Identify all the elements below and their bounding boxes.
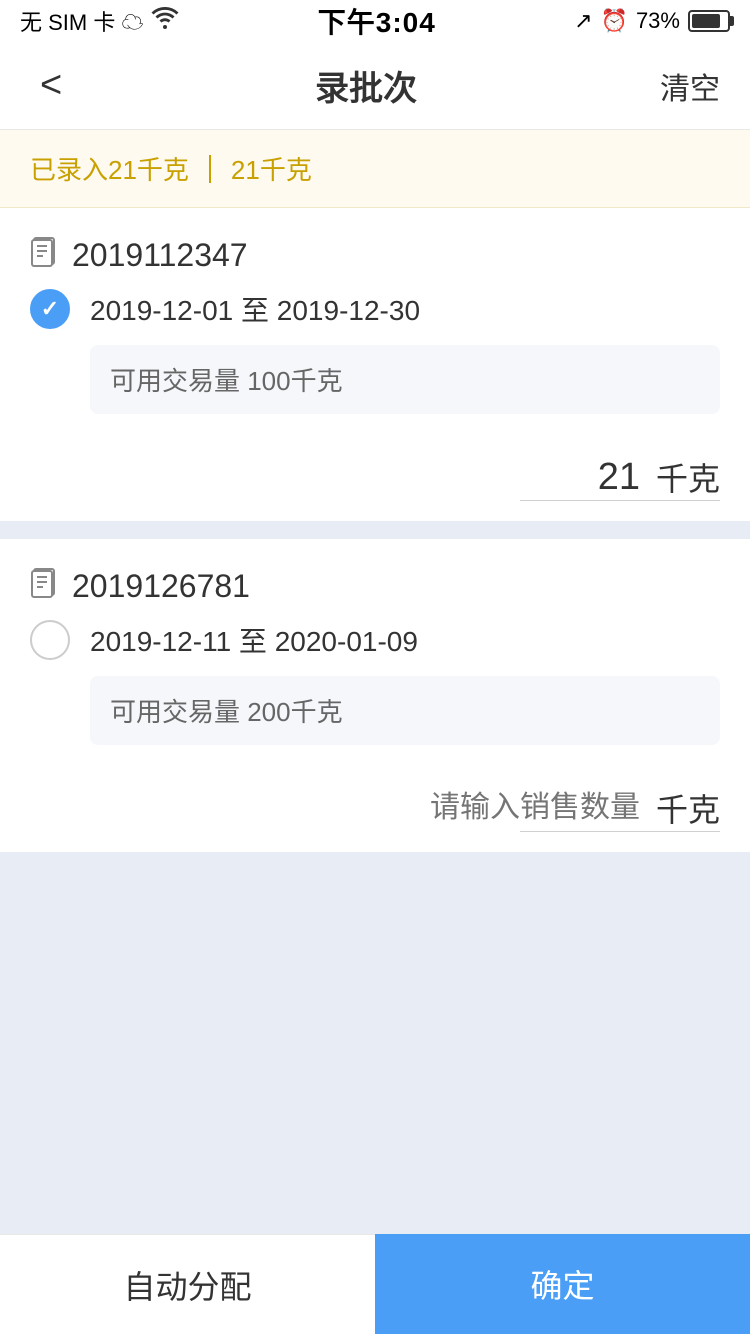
total-amount: 21千克: [231, 150, 312, 187]
batch1-unit: 千克: [656, 454, 720, 500]
page-title: 录批次: [315, 61, 417, 110]
batch2-card: 2019126781 2019-12-11 至 2020-01-09 可用交易量…: [0, 539, 750, 852]
batch1-avail: 可用交易量 100千克: [90, 345, 720, 414]
status-right: ↗ ⏰ 73%: [574, 8, 730, 34]
status-bar: 无 SIM 卡 ☁ 下午3:04 ↗ ⏰ 73%: [0, 0, 750, 42]
batch2-date-row[interactable]: 2019-12-11 至 2020-01-09: [30, 620, 720, 660]
nav-bar: < 录批次 清空: [0, 42, 750, 130]
batch1-date-row[interactable]: 2019-12-01 至 2019-12-30: [30, 289, 720, 329]
no-sim-text: 无 SIM 卡 ☁: [20, 5, 143, 37]
alarm-icon: ⏰: [601, 8, 628, 34]
info-divider: [209, 155, 211, 183]
batch2-underline-container: [0, 831, 750, 852]
batch2-id-row: 2019126781: [30, 567, 720, 606]
batch1-amount-row: 千克: [0, 434, 750, 500]
back-button[interactable]: <: [30, 54, 72, 117]
info-banner: 已录入21千克 21千克: [0, 130, 750, 208]
battery-icon: [688, 10, 730, 32]
status-time: 下午3:04: [318, 1, 436, 41]
auto-distribute-button[interactable]: 自动分配: [0, 1234, 375, 1334]
batch2-id: 2019126781: [72, 568, 250, 605]
status-left: 无 SIM 卡 ☁: [20, 5, 179, 37]
batch1-card: 2019112347 2019-12-01 至 2019-12-30 可用交易量…: [0, 208, 750, 521]
bottom-bar: 自动分配 确定: [0, 1234, 750, 1334]
batch2-date-range: 2019-12-11 至 2020-01-09: [90, 620, 418, 660]
batch2-input-row: 千克: [0, 765, 750, 831]
section-divider-1: [0, 521, 750, 539]
batch2-avail: 可用交易量 200千克: [90, 676, 720, 745]
batch1-id-row: 2019112347: [30, 236, 720, 275]
batch1-radio[interactable]: [30, 289, 70, 329]
batch1-underline-container: [0, 500, 750, 521]
batch2-doc-icon: [30, 567, 62, 606]
batch1-date-range: 2019-12-01 至 2019-12-30: [90, 289, 420, 329]
batch1-amount-input[interactable]: [560, 456, 640, 499]
battery-percent: 73%: [636, 8, 680, 34]
batch2-underline: [520, 831, 720, 832]
confirm-button[interactable]: 确定: [375, 1234, 750, 1334]
clear-button[interactable]: 清空: [660, 64, 720, 108]
batch1-doc-icon: [30, 236, 62, 275]
batch1-underline: [520, 500, 720, 501]
recorded-amount: 已录入21千克: [30, 150, 189, 187]
location-icon: ↗: [574, 8, 592, 34]
wifi-icon: [151, 7, 179, 35]
batch1-id: 2019112347: [72, 237, 248, 274]
batch2-radio[interactable]: [30, 620, 70, 660]
batch2-amount-input[interactable]: [30, 791, 640, 825]
gray-area: [0, 852, 750, 1272]
batch2-unit: 千克: [656, 785, 720, 831]
